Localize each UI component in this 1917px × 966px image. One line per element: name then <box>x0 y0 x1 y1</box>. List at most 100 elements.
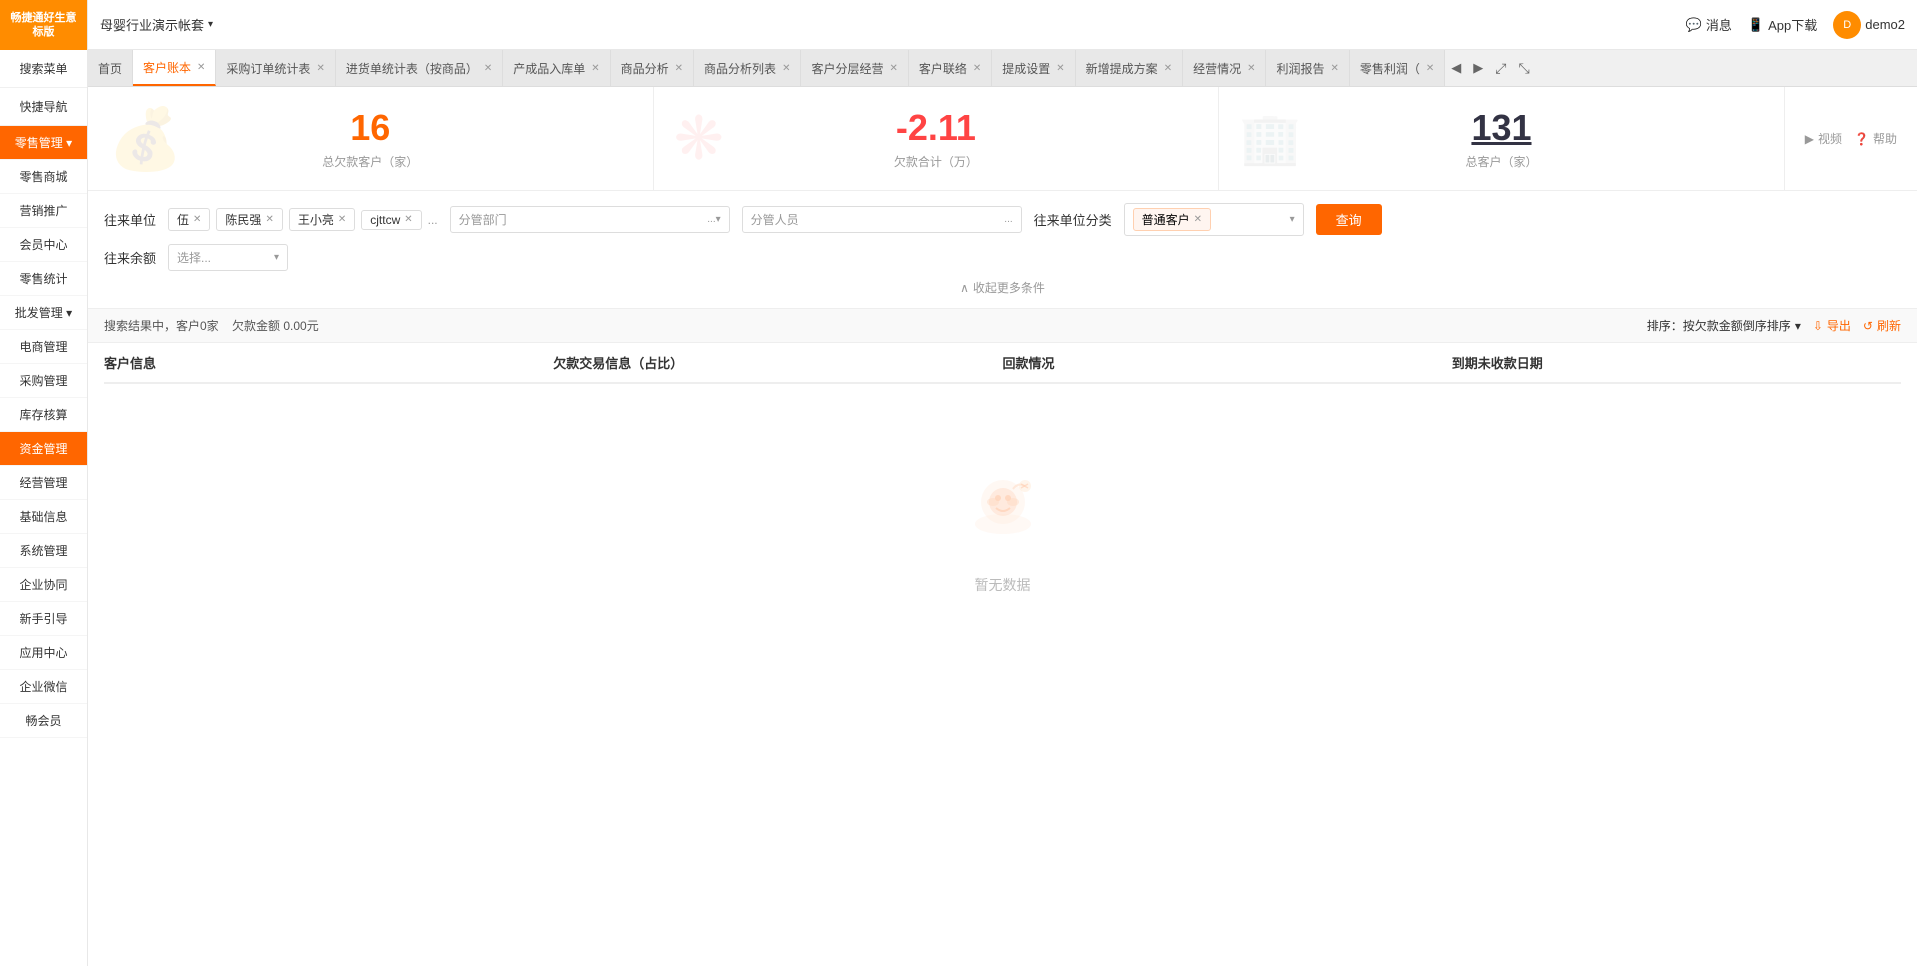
tab-new-improve-close[interactable]: ✕ <box>1164 63 1172 74</box>
user-profile[interactable]: D demo2 <box>1833 11 1905 39</box>
tab-purchase-order-stat-label: 采购订单统计表 <box>226 60 310 77</box>
main-area: 母婴行业演示帐套 ▾ 💬 消息 📱 App下载 D demo2 首页 客户账本 <box>88 0 1917 966</box>
filter-tag-more[interactable]: ... <box>428 213 438 227</box>
category-filter-tag[interactable]: 普通客户 ✕ <box>1133 208 1211 231</box>
tab-produce-import-close[interactable]: ✕ <box>591 63 599 74</box>
tab-import-stat[interactable]: 进货单统计表（按商品） ✕ <box>336 50 503 86</box>
tab-goods-analysis-list[interactable]: 商品分析列表 ✕ <box>694 50 801 86</box>
help-button[interactable]: ❓ 帮助 <box>1854 130 1897 147</box>
sidebar-item-basic-info[interactable]: 基础信息 <box>0 500 87 534</box>
download-icon: 📱 <box>1748 17 1764 33</box>
tab-profit-report[interactable]: 利润报告 ✕ <box>1266 50 1349 86</box>
sidebar-item-changhui-member[interactable]: 畅会员 <box>0 704 87 738</box>
sort-label: 排序：按欠款金额倒序排序 <box>1647 317 1791 334</box>
category-filter-tag-label: 普通客户 <box>1142 211 1190 228</box>
filter-tag-cjttcw-close[interactable]: ✕ <box>404 214 412 225</box>
category-filter-tag-close[interactable]: ✕ <box>1194 214 1202 225</box>
filter-tag-wang[interactable]: 王小亮 ✕ <box>289 208 355 231</box>
tab-nav-prev[interactable]: ◀ <box>1445 60 1467 76</box>
tab-goods-analysis-label: 商品分析 <box>621 60 669 77</box>
tab-produce-import[interactable]: 产成品入库单 ✕ <box>503 50 610 86</box>
balance-filter-placeholder: 选择... <box>177 249 274 266</box>
sidebar-item-app-center[interactable]: 应用中心 <box>0 636 87 670</box>
refresh-label: 刷新 <box>1877 317 1901 334</box>
sidebar-item-operation-mgmt[interactable]: 经营管理 <box>0 466 87 500</box>
result-bar: 搜索结果中，客户0家 欠款金额 0.00元 排序：按欠款金额倒序排序 ▾ ⇩ 导… <box>88 309 1917 343</box>
sidebar-item-enterprise-wechat[interactable]: 企业微信 <box>0 670 87 704</box>
app-download-label: App下载 <box>1768 15 1817 34</box>
unit-filter-label: 往来单位 <box>104 210 156 229</box>
sidebar-item-ecom-mgmt[interactable]: 电商管理 <box>0 330 87 364</box>
balance-filter-select[interactable]: 选择... ▾ <box>168 244 288 271</box>
sidebar-item-newcomer-guide[interactable]: 新手引导 <box>0 602 87 636</box>
tab-retail-profit-close[interactable]: ✕ <box>1426 63 1434 74</box>
tab-customer-segment[interactable]: 客户分层经营 ✕ <box>801 50 908 86</box>
tab-purchase-order-stat-close[interactable]: ✕ <box>316 63 324 74</box>
tab-purchase-order-stat[interactable]: 采购订单统计表 ✕ <box>216 50 335 86</box>
tab-home[interactable]: 首页 <box>88 50 133 86</box>
dept-filter-icon: ... <box>707 214 715 225</box>
tab-customer-contact[interactable]: 客户联络 ✕ <box>909 50 992 86</box>
sidebar-item-member-center[interactable]: 会员中心 <box>0 228 87 262</box>
filter-tag-chen[interactable]: 陈民强 ✕ <box>216 208 282 231</box>
tab-customer-contact-close[interactable]: ✕ <box>973 63 981 74</box>
sidebar-item-capital-mgmt[interactable]: 资金管理 <box>0 432 87 466</box>
sort-selector[interactable]: 排序：按欠款金额倒序排序 ▾ <box>1647 317 1801 334</box>
dept-filter-select[interactable]: 分管部门 ... ▾ <box>450 206 730 233</box>
dept-filter-placeholder: 分管部门 <box>459 211 708 228</box>
tab-retail-profit[interactable]: 零售利润（ ✕ <box>1350 50 1445 86</box>
tab-customer-account[interactable]: 客户账本 ✕ <box>133 50 216 86</box>
filter-tag-cjttcw[interactable]: cjttcw ✕ <box>361 210 421 230</box>
sidebar-item-retail-stats[interactable]: 零售统计 <box>0 262 87 296</box>
tab-profit-report-close[interactable]: ✕ <box>1331 63 1339 74</box>
sidebar-item-inventory-check[interactable]: 库存核算 <box>0 398 87 432</box>
sidebar-item-wholesale-mgmt[interactable]: 批发管理 ▾ <box>0 296 87 330</box>
video-help-button[interactable]: ▶ 视频 <box>1805 130 1842 147</box>
sidebar-item-quick-nav[interactable]: 快捷导航 <box>0 88 87 126</box>
tab-business-status[interactable]: 经营情况 ✕ <box>1183 50 1266 86</box>
refresh-button[interactable]: ↺ 刷新 <box>1863 317 1901 334</box>
sidebar-item-retail-mall[interactable]: 零售商城 <box>0 160 87 194</box>
filter-tag-wang-close[interactable]: ✕ <box>338 214 346 225</box>
sidebar-item-search[interactable]: 搜索菜单 <box>0 50 87 88</box>
tab-expand[interactable]: ⤢ <box>1489 60 1512 77</box>
person-filter-select[interactable]: 分管人员 ... <box>742 206 1022 233</box>
tab-goods-analysis-close[interactable]: ✕ <box>675 63 683 74</box>
tab-customer-segment-close[interactable]: ✕ <box>889 63 897 74</box>
collapse-button[interactable]: ∧ 收起更多条件 <box>104 279 1901 296</box>
tab-business-status-close[interactable]: ✕ <box>1247 63 1255 74</box>
user-name: demo2 <box>1865 17 1905 32</box>
sidebar-item-purchase-mgmt[interactable]: 采购管理 <box>0 364 87 398</box>
col-debt-header: 欠款交易信息（占比） <box>553 353 1002 372</box>
filter-tag-chen-close[interactable]: ✕ <box>265 214 273 225</box>
tab-goods-analysis[interactable]: 商品分析 ✕ <box>611 50 694 86</box>
filter-tag-wu[interactable]: 伍 ✕ <box>168 208 210 231</box>
tab-new-improve[interactable]: 新增提成方案 ✕ <box>1076 50 1183 86</box>
tab-nav-next[interactable]: ▶ <box>1467 60 1489 76</box>
sidebar-item-marketing[interactable]: 营销推广 <box>0 194 87 228</box>
app-download-button[interactable]: 📱 App下载 <box>1748 15 1817 34</box>
debt-customers-icon: 💰 <box>108 103 183 174</box>
messages-button[interactable]: 💬 消息 <box>1686 15 1732 34</box>
tab-fullscreen[interactable]: ⤡ <box>1513 60 1536 77</box>
tab-improve-settings[interactable]: 提成设置 ✕ <box>992 50 1075 86</box>
category-filter-select[interactable]: 普通客户 ✕ ▾ <box>1124 203 1304 236</box>
sidebar-item-retail-mgmt[interactable]: 零售管理 ▾ <box>0 126 87 160</box>
sidebar-item-enterprise-collab[interactable]: 企业协同 <box>0 568 87 602</box>
sidebar-item-system-mgmt[interactable]: 系统管理 <box>0 534 87 568</box>
tab-customer-account-close[interactable]: ✕ <box>197 62 205 73</box>
tab-customer-account-label: 客户账本 <box>143 59 191 76</box>
export-button[interactable]: ⇩ 导出 <box>1813 317 1851 334</box>
tab-import-stat-close[interactable]: ✕ <box>484 63 492 74</box>
account-selector[interactable]: 母婴行业演示帐套 ▾ <box>100 15 213 34</box>
query-button[interactable]: 查询 <box>1316 204 1382 235</box>
debt-total-icon: ❋ <box>674 104 724 174</box>
content-area: 💰 16 总欠款客户（家） ❋ -2.11 欠款合计（万） 🏢 131 总客户（… <box>88 87 1917 966</box>
account-name: 母婴行业演示帐套 <box>100 15 204 34</box>
balance-filter-label: 往来余额 <box>104 248 156 267</box>
collapse-up-icon: ∧ <box>960 281 969 295</box>
tab-improve-settings-close[interactable]: ✕ <box>1056 63 1064 74</box>
tab-goods-analysis-list-close[interactable]: ✕ <box>782 63 790 74</box>
person-filter-placeholder: 分管人员 <box>751 211 1005 228</box>
filter-tag-wu-close[interactable]: ✕ <box>193 214 201 225</box>
